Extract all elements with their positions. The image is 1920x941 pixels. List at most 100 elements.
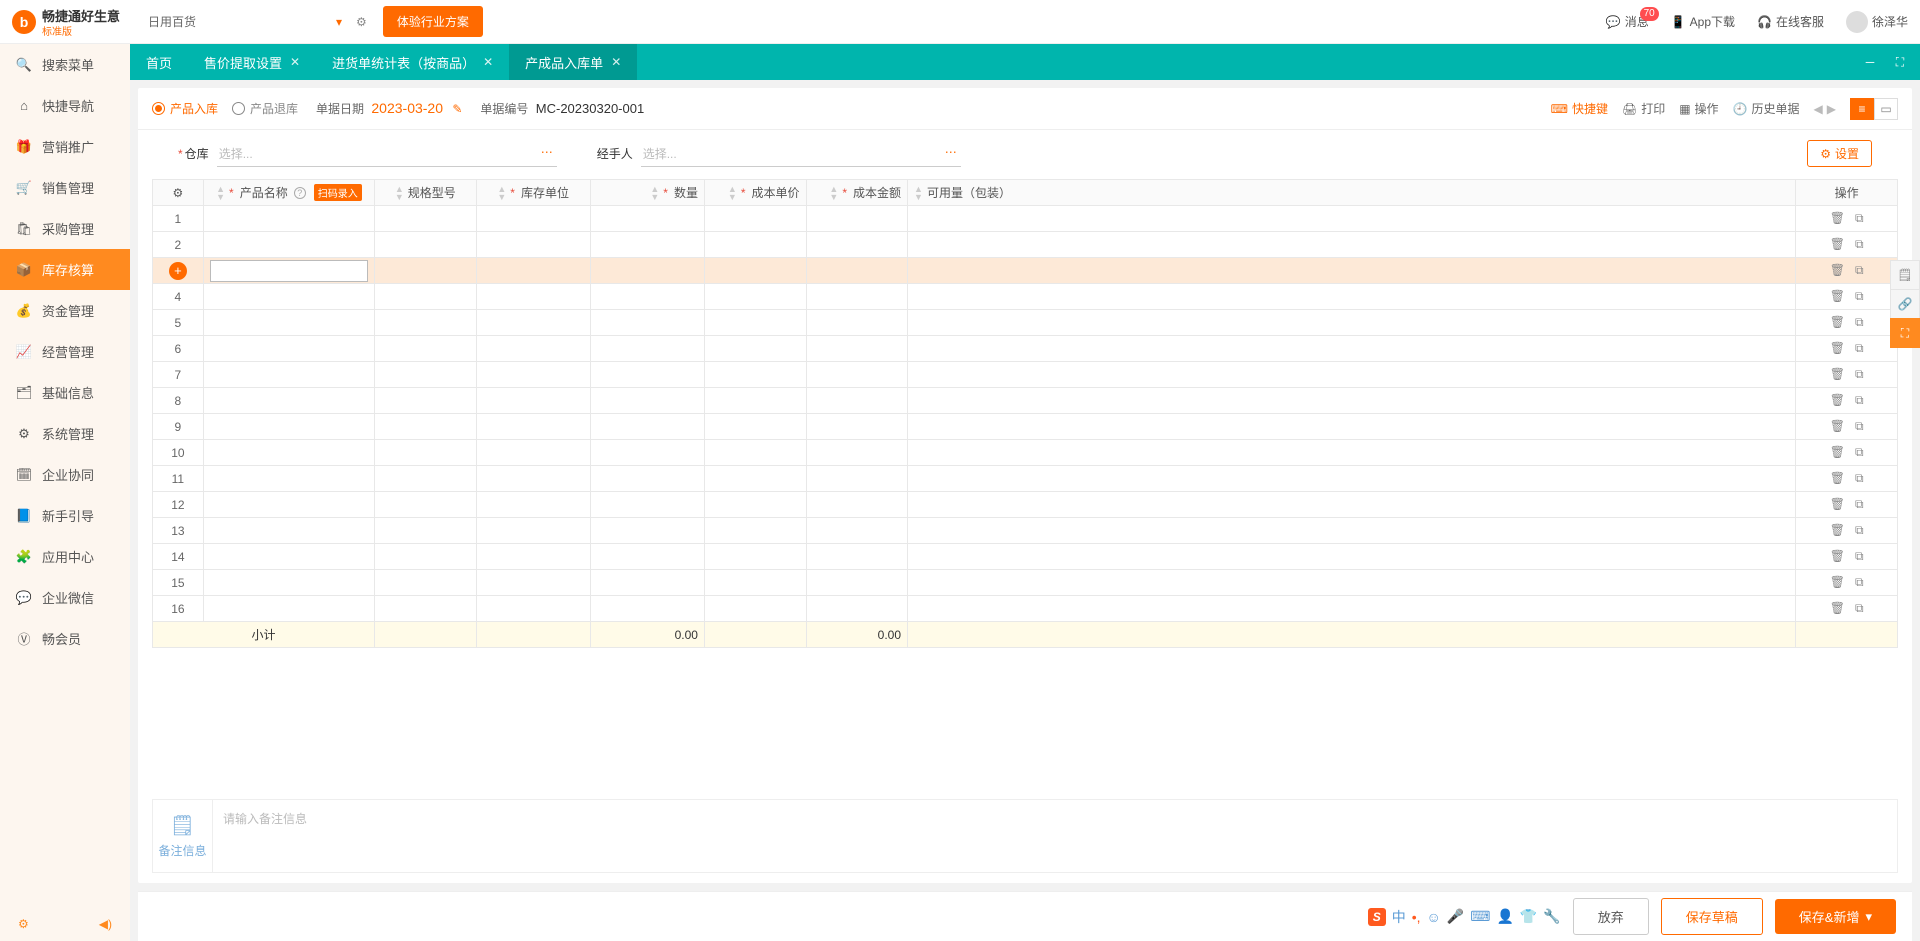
more-icon[interactable]: ⋯ [541, 145, 555, 162]
cell-available[interactable] [908, 336, 1796, 362]
product-name-input[interactable] [210, 260, 368, 282]
remark-input[interactable]: 请输入备注信息 [213, 800, 1897, 872]
help-icon[interactable]: ? [294, 187, 306, 199]
cell-spec[interactable] [375, 310, 477, 336]
cell-price[interactable] [704, 570, 806, 596]
next-doc-button[interactable]: ▶ [1827, 102, 1836, 116]
sidebar-item-13[interactable]: 💬企业微信 [0, 577, 130, 618]
cell-available[interactable] [908, 570, 1796, 596]
tab-close-icon[interactable]: ✕ [483, 55, 493, 69]
radio-product-in[interactable]: 产品入库 [152, 100, 218, 117]
handler-field[interactable]: 经手人 选择... ⋯ [597, 141, 961, 167]
radio-product-out[interactable]: 产品退库 [232, 100, 298, 117]
cell-product-name[interactable] [203, 206, 374, 232]
grid-row[interactable]: +🗑⧉ [153, 258, 1898, 284]
cell-spec[interactable] [375, 258, 477, 284]
sidebar-collapse-icon[interactable]: ◀) [99, 917, 112, 931]
cell-spec[interactable] [375, 440, 477, 466]
grid-row[interactable]: 16🗑⧉ [153, 596, 1898, 622]
cell-available[interactable] [908, 284, 1796, 310]
cell-price[interactable] [704, 596, 806, 622]
print-button[interactable]: 🖨打印 [1622, 100, 1665, 117]
row-delete-icon[interactable]: 🗑 [1830, 289, 1845, 304]
rail-link-button[interactable]: 🔗 [1890, 289, 1920, 319]
sidebar-item-10[interactable]: 🗓企业协同 [0, 454, 130, 495]
cell-price[interactable] [704, 440, 806, 466]
grid-row[interactable]: 12🗑⧉ [153, 492, 1898, 518]
cell-available[interactable] [908, 388, 1796, 414]
cell-product-name[interactable] [203, 466, 374, 492]
row-copy-icon[interactable]: ⧉ [1855, 601, 1864, 616]
doc-date-field[interactable]: 单据日期 2023-03-20 ✎ [316, 100, 462, 117]
cell-unit[interactable] [476, 466, 590, 492]
cell-amount[interactable] [806, 362, 908, 388]
cell-qty[interactable] [590, 544, 704, 570]
cell-price[interactable] [704, 466, 806, 492]
cell-spec[interactable] [375, 596, 477, 622]
col-price[interactable]: ▲▼*成本单价 [704, 180, 806, 206]
cell-qty[interactable] [590, 440, 704, 466]
cell-price[interactable] [704, 310, 806, 336]
sidebar-item-9[interactable]: ⚙系统管理 [0, 413, 130, 454]
cell-price[interactable] [704, 362, 806, 388]
cell-qty[interactable] [590, 362, 704, 388]
cell-amount[interactable] [806, 492, 908, 518]
cell-available[interactable] [908, 596, 1796, 622]
tab-0[interactable]: 首页 [130, 44, 188, 80]
prev-doc-button[interactable]: ◀ [1814, 102, 1823, 116]
cell-amount[interactable] [806, 466, 908, 492]
cell-unit[interactable] [476, 492, 590, 518]
row-delete-icon[interactable]: 🗑 [1830, 393, 1845, 408]
cell-unit[interactable] [476, 362, 590, 388]
cell-product-name[interactable] [203, 388, 374, 414]
tab-2[interactable]: 进货单统计表（按商品）✕ [316, 44, 509, 80]
more-icon[interactable]: ⋯ [945, 145, 959, 162]
tab-expand-button[interactable]: ⛶ [1886, 48, 1914, 76]
cell-amount[interactable] [806, 596, 908, 622]
cell-amount[interactable] [806, 414, 908, 440]
cell-product-name[interactable] [203, 336, 374, 362]
grid-row[interactable]: 8🗑⧉ [153, 388, 1898, 414]
cell-product-name[interactable] [203, 284, 374, 310]
grid-row[interactable]: 9🗑⧉ [153, 414, 1898, 440]
cell-available[interactable] [908, 310, 1796, 336]
gear-icon[interactable]: ⚙ [356, 15, 367, 29]
sidebar-item-14[interactable]: Ⓥ畅会员 [0, 618, 130, 659]
grid-row[interactable]: 11🗑⧉ [153, 466, 1898, 492]
cell-price[interactable] [704, 388, 806, 414]
cell-available[interactable] [908, 440, 1796, 466]
cell-qty[interactable] [590, 336, 704, 362]
cell-spec[interactable] [375, 284, 477, 310]
col-product-name[interactable]: ▲▼*产品名称?扫码录入 [203, 180, 374, 206]
sidebar-item-4[interactable]: 🛍采购管理 [0, 208, 130, 249]
sidebar-item-5[interactable]: 📦库存核算 [0, 249, 130, 290]
cell-product-name[interactable] [203, 544, 374, 570]
cell-qty[interactable] [590, 596, 704, 622]
cell-product-name[interactable] [203, 414, 374, 440]
cell-qty[interactable] [590, 518, 704, 544]
cell-unit[interactable] [476, 206, 590, 232]
cell-product-name[interactable] [203, 310, 374, 336]
cell-qty[interactable] [590, 414, 704, 440]
grid-row[interactable]: 10🗑⧉ [153, 440, 1898, 466]
cell-amount[interactable] [806, 310, 908, 336]
row-copy-icon[interactable]: ⧉ [1855, 289, 1864, 304]
grid-row[interactable]: 6🗑⧉ [153, 336, 1898, 362]
row-delete-icon[interactable]: 🗑 [1830, 211, 1845, 226]
messages-button[interactable]: 💬 消息 70 [1606, 13, 1649, 30]
cell-amount[interactable] [806, 232, 908, 258]
cell-price[interactable] [704, 206, 806, 232]
cell-available[interactable] [908, 518, 1796, 544]
cell-spec[interactable] [375, 206, 477, 232]
cell-unit[interactable] [476, 232, 590, 258]
row-delete-icon[interactable]: 🗑 [1830, 341, 1845, 356]
sidebar-item-7[interactable]: 📈经营管理 [0, 331, 130, 372]
row-delete-icon[interactable]: 🗑 [1830, 419, 1845, 434]
grid-row[interactable]: 15🗑⧉ [153, 570, 1898, 596]
cell-qty[interactable] [590, 284, 704, 310]
cell-amount[interactable] [806, 570, 908, 596]
sidebar-item-3[interactable]: 🛒销售管理 [0, 167, 130, 208]
tab-1[interactable]: 售价提取设置✕ [188, 44, 316, 80]
cell-price[interactable] [704, 336, 806, 362]
row-copy-icon[interactable]: ⧉ [1855, 549, 1864, 564]
